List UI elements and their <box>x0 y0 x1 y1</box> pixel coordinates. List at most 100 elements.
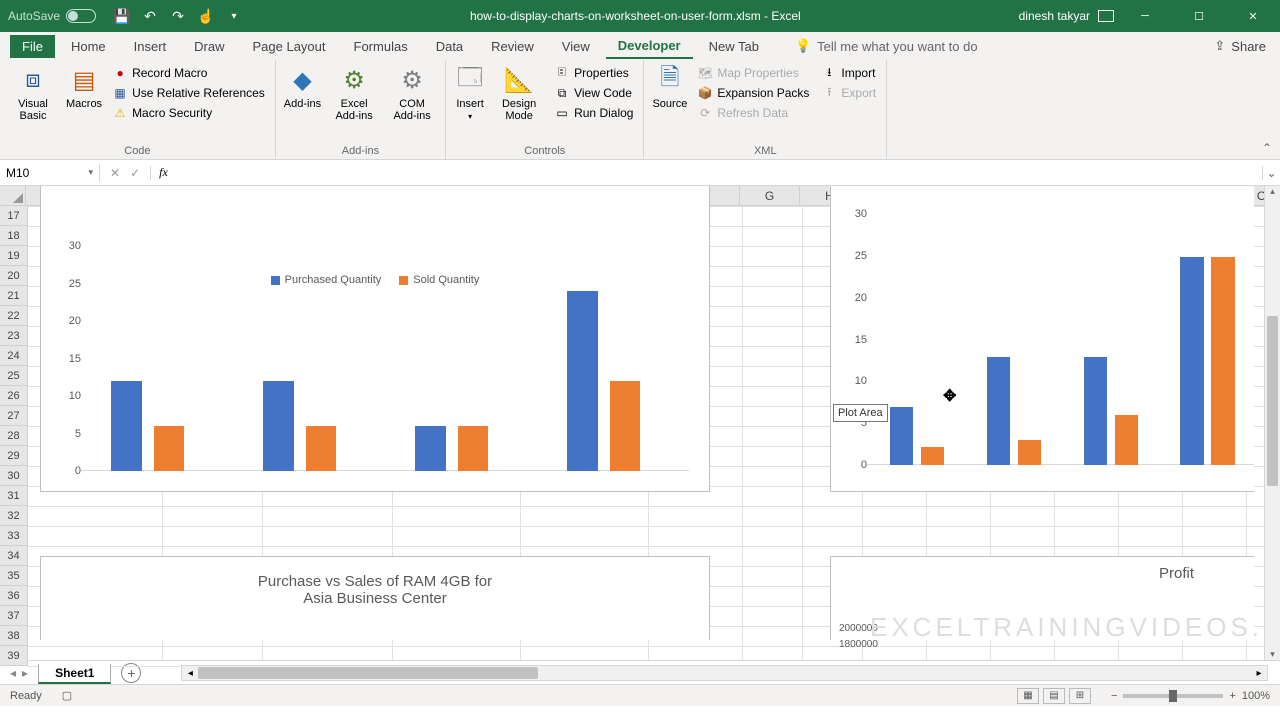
tab-file[interactable]: File <box>10 35 55 58</box>
design-mode-button[interactable]: 📐Design Mode <box>494 64 544 122</box>
zoom-out-button[interactable]: − <box>1111 690 1117 702</box>
toggle-off-icon[interactable] <box>66 9 96 23</box>
page-layout-view-button[interactable]: ▤ <box>1043 688 1065 704</box>
row-header-23[interactable]: 23 <box>0 326 28 346</box>
row-header-29[interactable]: 29 <box>0 446 28 466</box>
bar2-c4-s2[interactable] <box>1211 257 1234 465</box>
macro-record-icon[interactable]: ▢ <box>62 689 72 702</box>
bar2-c1-s2[interactable] <box>921 447 944 465</box>
page-break-view-button[interactable]: ⊞ <box>1069 688 1091 704</box>
insert-control-button[interactable]: 🗔Insert▾ <box>454 64 486 121</box>
plot-area-2[interactable]: 0 5 10 15 20 25 30 <box>867 214 1254 465</box>
row-header-27[interactable]: 27 <box>0 406 28 426</box>
row-header-31[interactable]: 31 <box>0 486 28 506</box>
column-header-G[interactable]: G <box>740 186 800 205</box>
share-button[interactable]: ⇪ Share <box>1214 38 1280 54</box>
maximize-button[interactable]: ☐ <box>1176 0 1222 32</box>
touch-mode-icon[interactable]: ☝ <box>198 8 214 24</box>
tab-formulas[interactable]: Formulas <box>342 35 420 58</box>
autosave-toggle[interactable]: AutoSave <box>0 9 104 23</box>
bar2-c1-s1[interactable] <box>890 407 913 465</box>
row-header-24[interactable]: 24 <box>0 346 28 366</box>
macro-security-button[interactable]: ⚠Macro Security <box>110 104 267 122</box>
sheet-tab-sheet1[interactable]: Sheet1 <box>38 664 111 684</box>
formula-input[interactable] <box>176 171 1262 175</box>
undo-icon[interactable]: ↶ <box>142 8 158 24</box>
hscroll-thumb[interactable] <box>198 667 538 679</box>
tab-draw[interactable]: Draw <box>182 35 236 58</box>
bar2-c4-s1[interactable] <box>1180 257 1203 465</box>
normal-view-button[interactable]: ▦ <box>1017 688 1039 704</box>
row-header-37[interactable]: 37 <box>0 606 28 626</box>
bar2-c3-s2[interactable] <box>1115 415 1138 465</box>
chart-profit[interactable]: Profit 2000000 1800000 <box>830 556 1254 640</box>
view-code-button[interactable]: ⧉View Code <box>552 84 635 102</box>
com-addins-button[interactable]: ⚙COM Add-ins <box>387 64 437 122</box>
export-button[interactable]: ⭱Export <box>819 84 878 102</box>
run-dialog-button[interactable]: ▭Run Dialog <box>552 104 635 122</box>
bar-c4-purchased[interactable] <box>567 291 597 471</box>
bar-c2-purchased[interactable] <box>263 381 293 471</box>
tab-view[interactable]: View <box>550 35 602 58</box>
plot-area-1[interactable]: 0 5 10 15 20 25 30 <box>81 246 689 471</box>
row-header-28[interactable]: 28 <box>0 426 28 446</box>
close-button[interactable]: ✕ <box>1230 0 1276 32</box>
user-name[interactable]: dinesh takyar <box>1019 9 1090 23</box>
tab-insert[interactable]: Insert <box>122 35 179 58</box>
sheet-nav-prev-icon[interactable]: ◂ <box>10 666 16 680</box>
row-header-36[interactable]: 36 <box>0 586 28 606</box>
horizontal-scrollbar[interactable]: ◂ ▸ <box>181 665 1268 681</box>
row-header-25[interactable]: 25 <box>0 366 28 386</box>
tab-page-layout[interactable]: Page Layout <box>241 35 338 58</box>
tab-data[interactable]: Data <box>424 35 475 58</box>
record-macro-button[interactable]: ●Record Macro <box>110 64 267 82</box>
visual-basic-button[interactable]: ⧈ Visual Basic <box>8 64 58 122</box>
properties-button[interactable]: 🗉Properties <box>552 64 635 82</box>
bar2-c3-s1[interactable] <box>1084 357 1107 465</box>
chevron-down-icon[interactable]: ▾ <box>88 167 93 178</box>
zoom-level[interactable]: 100% <box>1242 690 1270 702</box>
worksheet-grid[interactable]: ABCDEFGHIJKLMNO 171819202122232425262728… <box>0 186 1280 660</box>
ribbon-display-icon[interactable] <box>1098 10 1114 22</box>
row-header-33[interactable]: 33 <box>0 526 28 546</box>
vscroll-thumb[interactable] <box>1267 316 1278 486</box>
row-header-30[interactable]: 30 <box>0 466 28 486</box>
excel-addins-button[interactable]: ⚙Excel Add-ins <box>329 64 379 122</box>
hscroll-left-icon[interactable]: ◂ <box>182 666 198 682</box>
zoom-in-button[interactable]: + <box>1229 690 1235 702</box>
bar-c2-sold[interactable] <box>306 426 336 471</box>
tab-home[interactable]: Home <box>59 35 118 58</box>
bar-c4-sold[interactable] <box>610 381 640 471</box>
sheet-nav-next-icon[interactable]: ▸ <box>22 666 28 680</box>
expansion-packs-button[interactable]: 📦Expansion Packs <box>695 84 811 102</box>
tab-developer[interactable]: Developer <box>606 34 693 59</box>
name-box[interactable]: M10 ▾ <box>0 164 100 182</box>
use-relative-references-button[interactable]: ▦Use Relative References <box>110 84 267 102</box>
chart-right[interactable]: 0 5 10 15 20 25 30 Plot Area ✥ <box>830 186 1254 492</box>
row-header-18[interactable]: 18 <box>0 226 28 246</box>
row-header-39[interactable]: 39 <box>0 646 28 666</box>
tell-me-search[interactable]: 💡 Tell me what you want to do <box>795 38 978 54</box>
chart-purchase-sales[interactable]: Purchased Quantity Sold Quantity 0 5 10 … <box>40 186 710 492</box>
row-header-32[interactable]: 32 <box>0 506 28 526</box>
bar-c1-sold[interactable] <box>154 426 184 471</box>
tab-new-tab[interactable]: New Tab <box>697 35 771 58</box>
redo-icon[interactable]: ↷ <box>170 8 186 24</box>
zoom-slider[interactable] <box>1123 694 1223 698</box>
import-button[interactable]: ⭳Import <box>819 64 878 82</box>
expand-formula-bar-icon[interactable]: ⌄ <box>1262 166 1280 180</box>
collapse-ribbon-icon[interactable]: ⌃ <box>1262 141 1272 155</box>
customize-qat-icon[interactable]: ▾ <box>226 8 242 24</box>
row-header-21[interactable]: 21 <box>0 286 28 306</box>
row-header-35[interactable]: 35 <box>0 566 28 586</box>
select-all-corner[interactable] <box>0 186 26 205</box>
row-header-22[interactable]: 22 <box>0 306 28 326</box>
minimize-button[interactable]: ─ <box>1122 0 1168 32</box>
row-header-38[interactable]: 38 <box>0 626 28 646</box>
row-header-20[interactable]: 20 <box>0 266 28 286</box>
row-header-34[interactable]: 34 <box>0 546 28 566</box>
enter-formula-icon[interactable]: ✓ <box>130 166 140 180</box>
bar2-c2-s2[interactable] <box>1018 440 1041 465</box>
source-button[interactable]: 🗎Source <box>652 64 687 110</box>
bar-c3-sold[interactable] <box>458 426 488 471</box>
